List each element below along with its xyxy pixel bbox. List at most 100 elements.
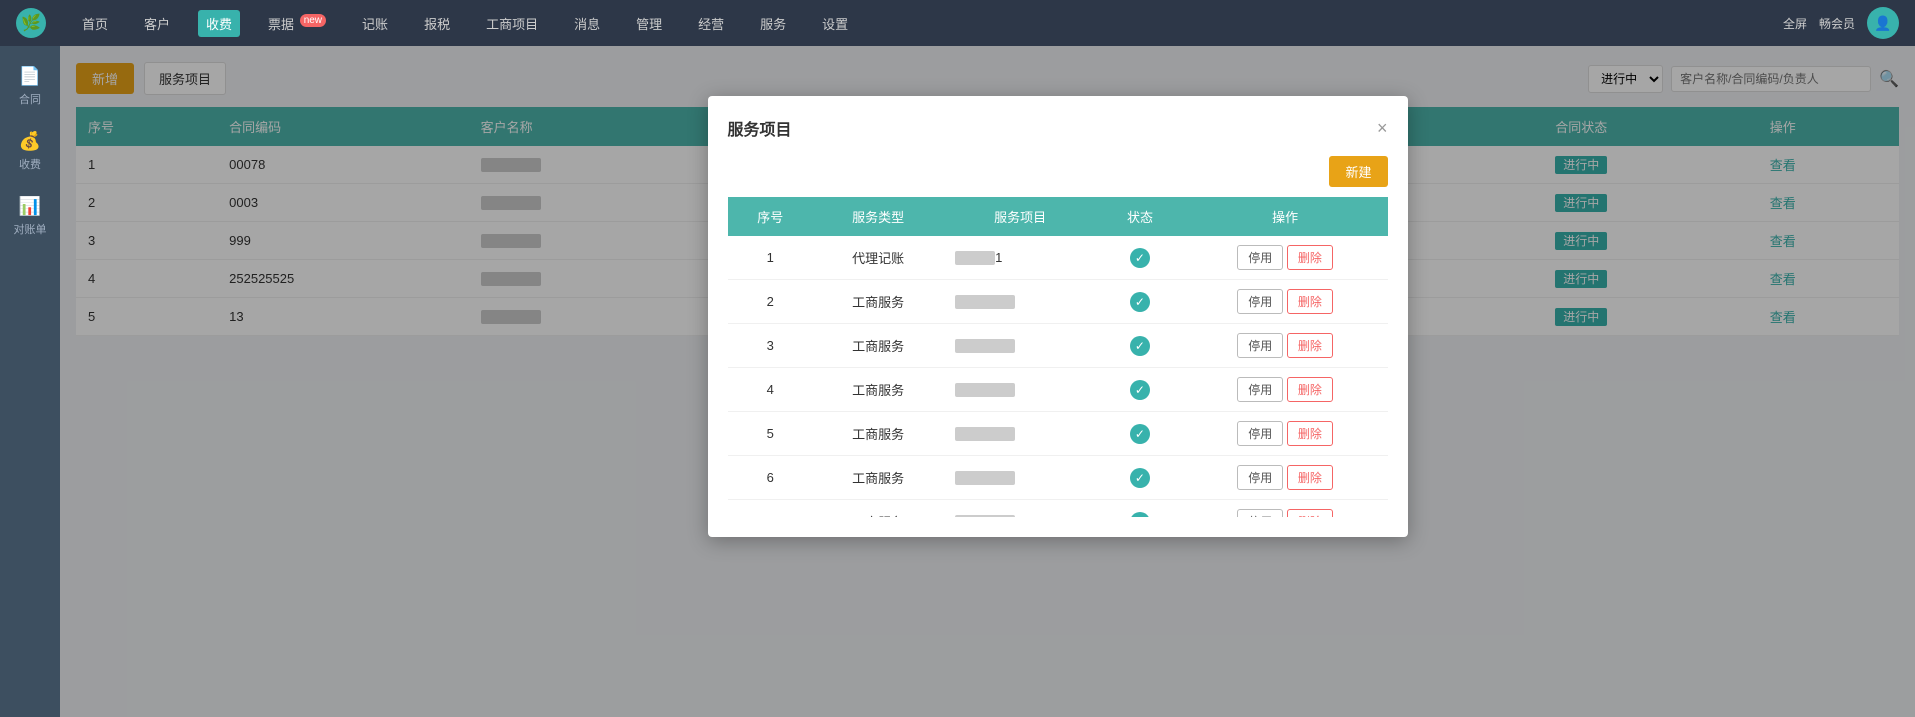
status-check-icon: ✓ <box>1130 424 1150 444</box>
delete-btn[interactable]: 删除 <box>1287 333 1333 358</box>
modal-row-type: 工商服务 <box>813 324 943 368</box>
stop-btn[interactable]: 停用 <box>1237 377 1283 402</box>
modal-col-type: 服务类型 <box>813 197 943 236</box>
status-check-icon: ✓ <box>1130 248 1150 268</box>
stop-btn[interactable]: 停用 <box>1237 465 1283 490</box>
modal-row-type: 工商服务 <box>813 368 943 412</box>
new-badge: new <box>300 14 326 27</box>
modal-row-status: ✓ <box>1097 412 1183 456</box>
modal-col-action: 操作 <box>1183 197 1388 236</box>
modal-row-item <box>943 280 1097 324</box>
stop-btn[interactable]: 停用 <box>1237 509 1283 517</box>
modal-row-seq: 5 <box>728 412 814 456</box>
sidebar: 📄 合同 💰 收费 📊 对账单 <box>0 46 60 717</box>
modal-toolbar: 新建 <box>728 156 1388 187</box>
modal-row-type: 工商服务 <box>813 456 943 500</box>
modal-table-row: 3 工商服务 ✓ 停用 删除 <box>728 324 1388 368</box>
nav-manage[interactable]: 管理 <box>628 10 670 37</box>
modal-header: 服务项目 × <box>728 116 1388 140</box>
modal-table-header: 序号 服务类型 服务项目 状态 操作 <box>728 197 1388 236</box>
member-btn[interactable]: 畅会员 <box>1819 15 1855 32</box>
modal-row-item <box>943 368 1097 412</box>
nav-bookkeeping[interactable]: 记账 <box>354 10 396 37</box>
modal-row-seq: 2 <box>728 280 814 324</box>
sidebar-item-contract[interactable]: 📄 合同 <box>0 56 60 117</box>
main-layout: 📄 合同 💰 收费 📊 对账单 新增 服务项目 进行中已结束全部 🔍 <box>0 46 1915 717</box>
main-content: 新增 服务项目 进行中已结束全部 🔍 序号 合同编码 客户名称 服务项目▲ 服务… <box>60 46 1915 717</box>
nav-settings[interactable]: 设置 <box>814 10 856 37</box>
modal-row-item <box>943 412 1097 456</box>
modal-table-row: 4 工商服务 ✓ 停用 删除 <box>728 368 1388 412</box>
delete-btn[interactable]: 删除 <box>1287 509 1333 517</box>
nav-home[interactable]: 首页 <box>74 10 116 37</box>
modal-row-type: 工商服务 <box>813 412 943 456</box>
fee-icon: 💰 <box>19 131 41 152</box>
modal-table-row: 5 工商服务 ✓ 停用 删除 <box>728 412 1388 456</box>
delete-btn[interactable]: 删除 <box>1287 377 1333 402</box>
modal-row-actions: 停用 删除 <box>1183 280 1388 324</box>
delete-btn[interactable]: 删除 <box>1287 465 1333 490</box>
modal-close-btn[interactable]: × <box>1377 119 1388 137</box>
modal-row-actions: 停用 删除 <box>1183 500 1388 518</box>
status-check-icon: ✓ <box>1130 468 1150 488</box>
modal-table-row: 6 工商服务 ✓ 停用 删除 <box>728 456 1388 500</box>
nav-operation[interactable]: 经营 <box>690 10 732 37</box>
modal-table-row: 7 工商服务 ✓ 停用 删除 <box>728 500 1388 518</box>
modal-row-actions: 停用 删除 <box>1183 236 1388 280</box>
nav-fee[interactable]: 收费 <box>198 10 240 37</box>
nav-tax[interactable]: 报税 <box>416 10 458 37</box>
reconciliation-icon: 📊 <box>19 196 41 217</box>
fullscreen-btn[interactable]: 全屏 <box>1783 15 1807 32</box>
status-check-icon: ✓ <box>1130 336 1150 356</box>
modal-table-row: 2 工商服务 ✓ 停用 删除 <box>728 280 1388 324</box>
modal-row-status: ✓ <box>1097 456 1183 500</box>
modal-row-type: 工商服务 <box>813 500 943 518</box>
service-items-modal: 服务项目 × 新建 序号 服务类型 服务项目 状态 操作 <box>708 96 1408 537</box>
modal-row-status: ✓ <box>1097 324 1183 368</box>
stop-btn[interactable]: 停用 <box>1237 333 1283 358</box>
modal-row-actions: 停用 删除 <box>1183 456 1388 500</box>
nav-customer[interactable]: 客户 <box>136 10 178 37</box>
modal-new-btn[interactable]: 新建 <box>1329 156 1387 187</box>
modal-col-status: 状态 <box>1097 197 1183 236</box>
sidebar-item-reconciliation[interactable]: 📊 对账单 <box>0 186 60 247</box>
modal-row-status: ✓ <box>1097 280 1183 324</box>
status-check-icon: ✓ <box>1130 292 1150 312</box>
modal-row-status: ✓ <box>1097 236 1183 280</box>
modal-table-scroll[interactable]: 序号 服务类型 服务项目 状态 操作 1 代理记账 1 ✓ 停用 删除 2 <box>728 197 1388 517</box>
modal-row-seq: 6 <box>728 456 814 500</box>
modal-row-item: 1 <box>943 236 1097 280</box>
stop-btn[interactable]: 停用 <box>1237 289 1283 314</box>
modal-row-actions: 停用 删除 <box>1183 324 1388 368</box>
modal-row-actions: 停用 删除 <box>1183 368 1388 412</box>
modal-row-seq: 7 <box>728 500 814 518</box>
modal-row-seq: 4 <box>728 368 814 412</box>
modal-row-status: ✓ <box>1097 368 1183 412</box>
modal-table-row: 1 代理记账 1 ✓ 停用 删除 <box>728 236 1388 280</box>
modal-row-item <box>943 456 1097 500</box>
modal-title: 服务项目 <box>728 116 792 140</box>
delete-btn[interactable]: 删除 <box>1287 289 1333 314</box>
nav-right-actions: 全屏 畅会员 👤 <box>1783 7 1899 39</box>
nav-invoice[interactable]: 票据 new <box>260 10 334 37</box>
modal-row-seq: 1 <box>728 236 814 280</box>
stop-btn[interactable]: 停用 <box>1237 421 1283 446</box>
delete-btn[interactable]: 删除 <box>1287 421 1333 446</box>
delete-btn[interactable]: 删除 <box>1287 245 1333 270</box>
top-navigation: 🌿 首页 客户 收费 票据 new 记账 报税 工商项目 消息 管理 经营 服务… <box>0 0 1915 46</box>
nav-service[interactable]: 服务 <box>752 10 794 37</box>
nav-commerce[interactable]: 工商项目 <box>478 10 546 37</box>
modal-row-item <box>943 324 1097 368</box>
modal-col-seq: 序号 <box>728 197 814 236</box>
modal-row-type: 代理记账 <box>813 236 943 280</box>
nav-message[interactable]: 消息 <box>566 10 608 37</box>
stop-btn[interactable]: 停用 <box>1237 245 1283 270</box>
app-logo: 🌿 <box>16 8 46 38</box>
modal-row-type: 工商服务 <box>813 280 943 324</box>
sidebar-item-fee[interactable]: 💰 收费 <box>0 121 60 182</box>
status-check-icon: ✓ <box>1130 380 1150 400</box>
contract-icon: 📄 <box>19 66 41 87</box>
avatar[interactable]: 👤 <box>1867 7 1899 39</box>
modal-row-actions: 停用 删除 <box>1183 412 1388 456</box>
status-check-icon: ✓ <box>1130 512 1150 518</box>
